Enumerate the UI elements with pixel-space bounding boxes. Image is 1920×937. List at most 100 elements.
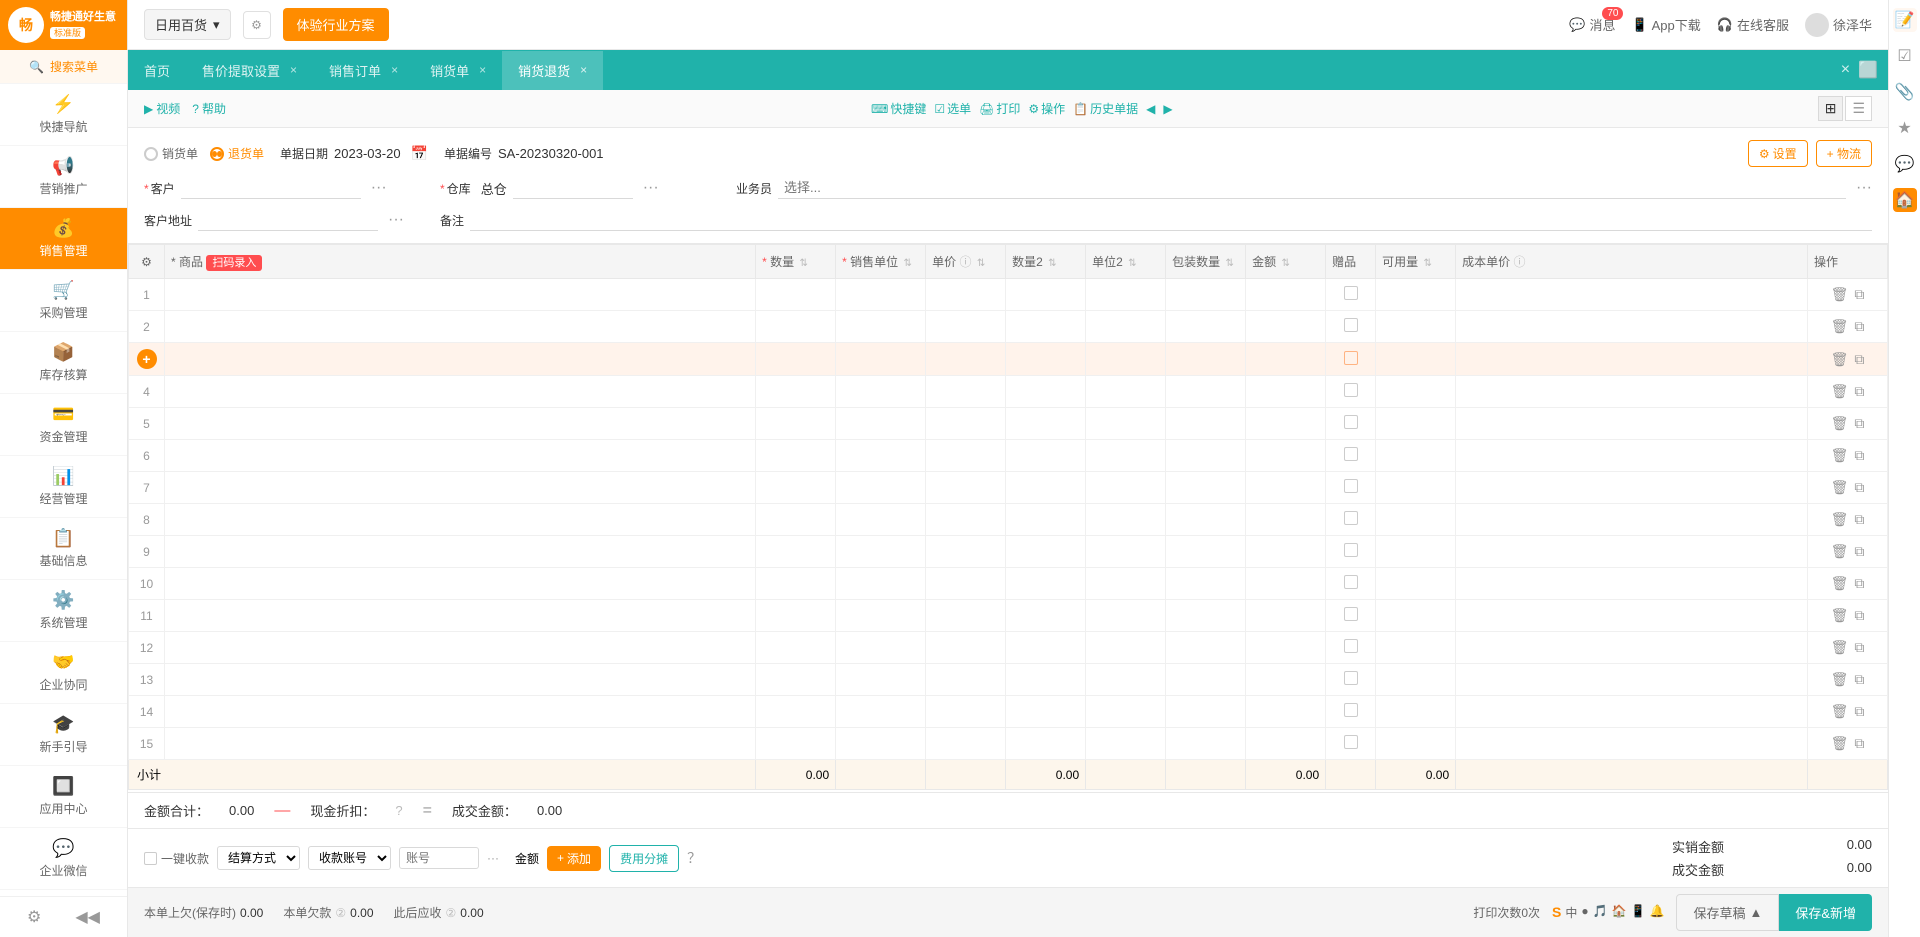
sidebar-item-purchase[interactable]: 🛒 采购管理 [0,270,127,332]
cost-price-cell[interactable] [1456,440,1808,472]
unit2-cell[interactable] [1086,696,1166,728]
sidebar-item-appstore[interactable]: 🔲 应用中心 [0,766,127,828]
account-input[interactable] [399,847,479,869]
available-cell[interactable] [1376,600,1456,632]
tab-home[interactable]: 首页 [128,51,186,90]
gift-checkbox[interactable] [1344,511,1358,525]
unit-price-cell[interactable] [926,536,1006,568]
qty2-cell[interactable] [1006,311,1086,343]
sale-unit-cell[interactable] [836,728,926,760]
tab-sale-return[interactable]: 销货退货 × [502,51,603,90]
copy-icon[interactable]: ⧉ [1854,671,1864,688]
pack-qty-cell[interactable] [1166,568,1246,600]
gift-checkbox[interactable] [1344,639,1358,653]
pack-qty-cell[interactable] [1166,472,1246,504]
sale-unit-cell[interactable] [836,696,926,728]
right-note-icon[interactable]: 📝 [1893,8,1917,32]
help-link[interactable]: ? 帮助 [192,100,226,117]
quantity-cell[interactable] [756,376,836,408]
online-service-btn[interactable]: 🎧 在线客服 [1717,15,1789,34]
qty-sort-icon[interactable]: ⇅ [800,258,808,269]
cost-price-cell[interactable] [1456,311,1808,343]
logistics-btn[interactable]: + 物流 [1816,140,1872,167]
qty2-cell[interactable] [1006,408,1086,440]
history-link[interactable]: 📋 历史单据 [1073,100,1138,117]
cost-price-cell[interactable] [1456,664,1808,696]
quantity-cell[interactable] [756,728,836,760]
amount-cell[interactable] [1246,376,1326,408]
copy-icon[interactable]: ⧉ [1854,415,1864,432]
sale-unit-cell[interactable] [836,472,926,504]
print-link[interactable]: 🖨 打印 [979,100,1020,117]
quantity-cell[interactable] [756,568,836,600]
sidebar-collapse-btn[interactable]: ◀◀ [75,907,100,927]
one-click-payment-checkbox[interactable]: 一键收款 [144,850,209,867]
cost-price-cell[interactable] [1456,472,1808,504]
cost-price-cell[interactable] [1456,696,1808,728]
tab-sale-order[interactable]: 销售订单 × [313,51,414,90]
amount-cell[interactable] [1246,311,1326,343]
right-home-icon[interactable]: 🏠 [1893,188,1917,212]
quantity-cell[interactable] [756,440,836,472]
gift-checkbox[interactable] [1344,415,1358,429]
copy-icon[interactable]: ⧉ [1854,607,1864,624]
gift-checkbox[interactable] [1344,351,1358,365]
tab-close-sale-shipment[interactable]: × [479,63,486,77]
right-star-icon[interactable]: ★ [1893,116,1917,140]
qty2-cell[interactable] [1006,728,1086,760]
unit-price-cell[interactable] [926,311,1006,343]
pack-qty-cell[interactable] [1166,600,1246,632]
copy-icon[interactable]: ⧉ [1854,735,1864,752]
gift-checkbox[interactable] [1344,703,1358,717]
available-cell[interactable] [1376,632,1456,664]
available-cell[interactable] [1376,408,1456,440]
unit-price-cell[interactable] [926,504,1006,536]
select-link[interactable]: ☑ 选单 [934,100,971,117]
amount-sort-icon[interactable]: ⇅ [1281,258,1289,269]
sidebar-settings-btn[interactable]: ⚙ [27,907,41,927]
calc-method-select[interactable]: 结算方式 [217,846,300,870]
sidebar-item-guide[interactable]: 🎓 新手引导 [0,704,127,766]
delete-icon[interactable]: 🗑 [1831,671,1849,688]
tab-sale-price[interactable]: 售价提取设置 × [186,51,313,90]
qty2-cell[interactable] [1006,632,1086,664]
unit2-cell[interactable] [1086,504,1166,536]
sale-unit-sort-icon[interactable]: ⇅ [904,258,912,269]
amount-cell[interactable] [1246,343,1326,376]
copy-icon[interactable]: ⧉ [1854,286,1864,303]
sale-unit-cell[interactable] [836,536,926,568]
gift-checkbox[interactable] [1344,383,1358,397]
pack-qty-cell[interactable] [1166,376,1246,408]
sidebar-item-quick[interactable]: ⚡ 快捷导航 [0,84,127,146]
gift-checkbox[interactable] [1344,543,1358,557]
unit-price-cell[interactable] [926,440,1006,472]
salesperson-input[interactable] [778,177,1846,199]
amount-cell[interactable] [1246,536,1326,568]
nav-industry-select[interactable]: 日用百货 ▾ [144,9,231,40]
col-settings[interactable]: ⚙ [129,245,165,279]
unit2-cell[interactable] [1086,568,1166,600]
unit2-cell[interactable] [1086,472,1166,504]
maximize-btn[interactable]: ⬜ [1858,60,1878,80]
account-dots[interactable]: ··· [487,851,499,865]
delete-icon[interactable]: 🗑 [1831,511,1849,528]
prev-btn[interactable]: ◀ [1146,102,1155,116]
available-cell[interactable] [1376,376,1456,408]
copy-icon[interactable]: ⧉ [1854,639,1864,656]
unit2-cell[interactable] [1086,343,1166,376]
right-chat-icon[interactable]: 💬 [1893,152,1917,176]
delete-icon[interactable]: 🗑 [1831,543,1849,560]
sidebar-item-basic[interactable]: 📋 基础信息 [0,518,127,580]
unit-price-cell[interactable] [926,664,1006,696]
customer-picker-btn[interactable]: ··· [371,179,387,197]
pack-qty-cell[interactable] [1166,664,1246,696]
tab-close-sale-order[interactable]: × [391,63,398,77]
add-row-btn[interactable]: + [137,349,157,369]
qty2-cell[interactable] [1006,343,1086,376]
pack-qty-sort-icon[interactable]: ⇅ [1225,258,1233,269]
copy-icon[interactable]: ⧉ [1854,383,1864,400]
pack-qty-cell[interactable] [1166,440,1246,472]
unit2-cell[interactable] [1086,376,1166,408]
gift-checkbox[interactable] [1344,671,1358,685]
scan-btn[interactable]: 扫码录入 [206,255,262,271]
